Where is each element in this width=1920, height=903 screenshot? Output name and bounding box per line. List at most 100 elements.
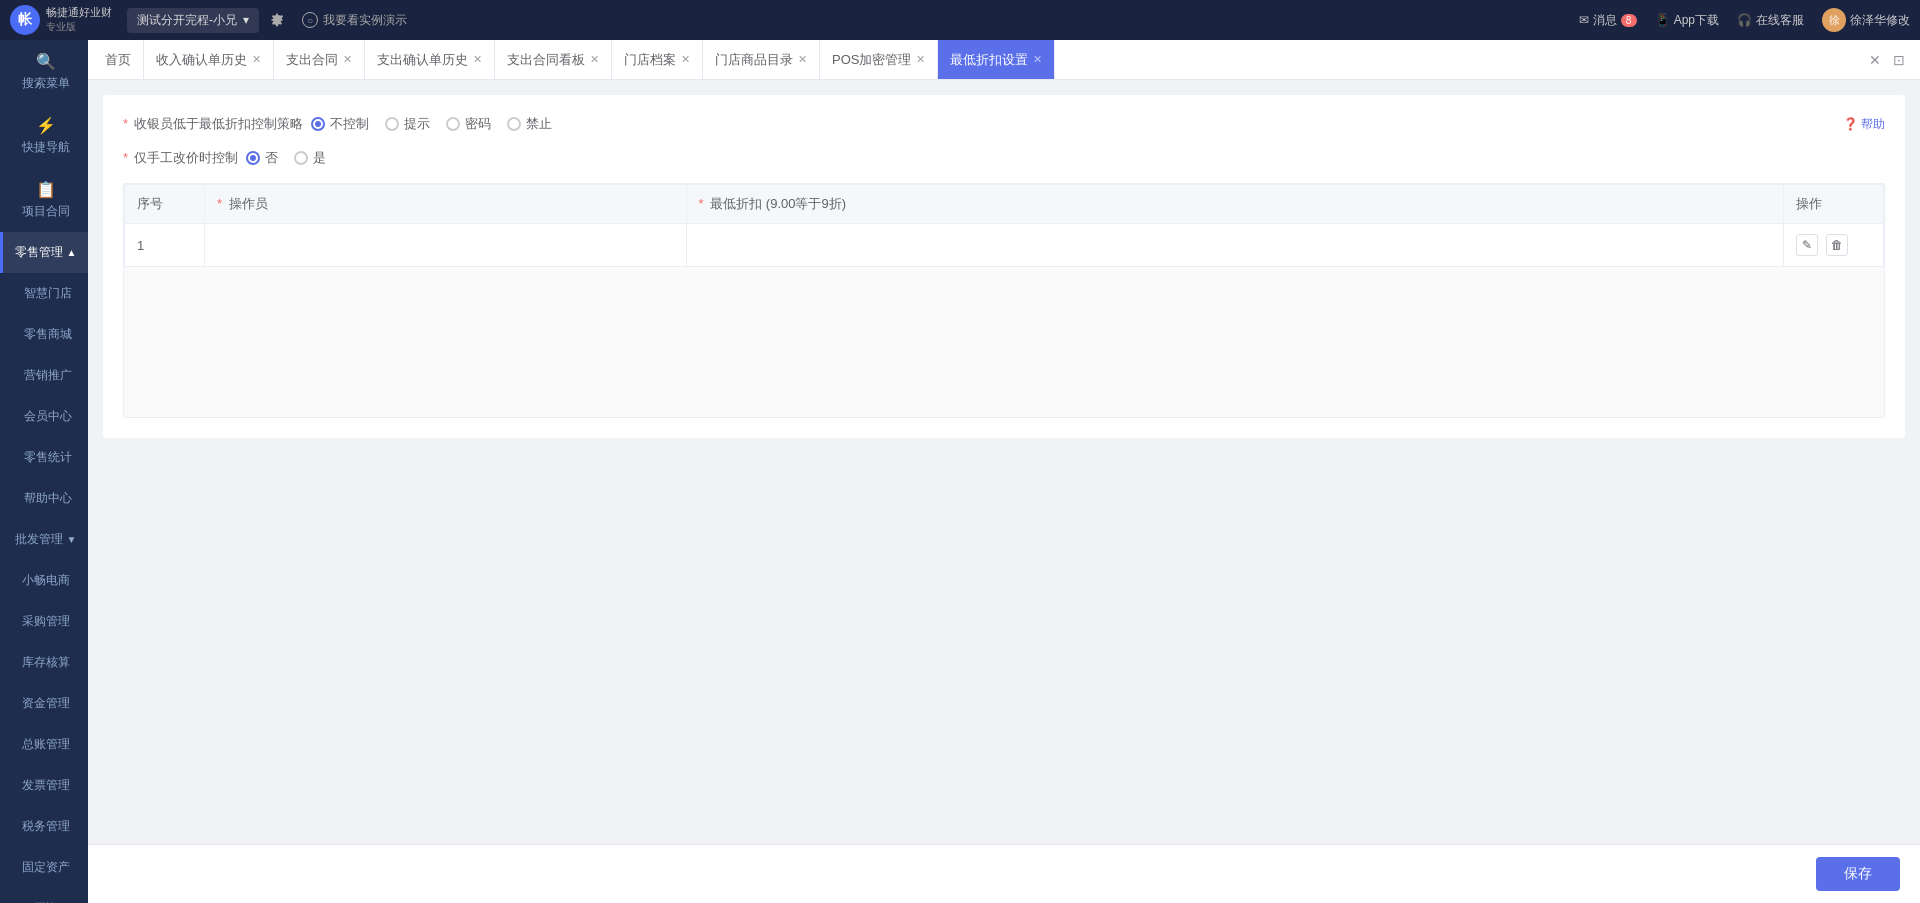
sidebar-item-payroll[interactable]: 工资 xyxy=(0,888,88,903)
tab-close-all-button[interactable]: ✕ xyxy=(1867,50,1883,70)
tab-close-expenditure-history[interactable]: ✕ xyxy=(473,53,482,66)
headset-icon: 🎧 xyxy=(1737,13,1752,27)
tab-close-store-catalog[interactable]: ✕ xyxy=(798,53,807,66)
message-icon: ✉ xyxy=(1579,13,1589,27)
discount-policy-options: 不控制 提示 密码 禁止 xyxy=(311,115,552,133)
sidebar-item-funds[interactable]: 资金管理 xyxy=(0,683,88,724)
radio-no-control[interactable]: 不控制 xyxy=(311,115,369,133)
cell-operator[interactable] xyxy=(205,224,687,267)
col-action: 操作 xyxy=(1784,185,1884,224)
tab-pos-management[interactable]: POS加密管理 ✕ xyxy=(820,40,938,79)
messages-action[interactable]: ✉ 消息 8 xyxy=(1579,12,1637,29)
sidebar-item-membership[interactable]: 会员中心 xyxy=(0,396,88,437)
tab-discount-settings[interactable]: 最低折扣设置 ✕ xyxy=(938,40,1055,79)
cell-seq: 1 xyxy=(125,224,205,267)
tab-actions: ✕ ⊡ xyxy=(1867,50,1915,70)
settings-icon[interactable] xyxy=(267,10,287,30)
logo-text: 畅捷通好业财 xyxy=(46,6,112,19)
discount-policy-row: * 收银员低于最低折扣控制策略 不控制 提示 xyxy=(123,115,1885,133)
sidebar-item-help[interactable]: 帮助中心 xyxy=(0,478,88,519)
help-link[interactable]: ❓ 帮助 xyxy=(1843,116,1885,133)
page-content: * 收银员低于最低折扣控制策略 不控制 提示 xyxy=(88,80,1920,844)
discount-policy-label: * 收银员低于最低折扣控制策略 xyxy=(123,115,303,133)
customer-service-action[interactable]: 🎧 在线客服 xyxy=(1737,12,1804,29)
sidebar-item-contract[interactable]: 📋 项目合同 xyxy=(0,168,88,232)
page-footer: 保存 xyxy=(88,844,1920,903)
manual-price-options: 否 是 xyxy=(246,149,326,167)
user-profile-action[interactable]: 徐 徐泽华修改 xyxy=(1822,8,1910,32)
question-icon: ❓ xyxy=(1843,117,1858,131)
save-button[interactable]: 保存 xyxy=(1816,857,1900,891)
sidebar-item-ecommerce[interactable]: 小畅电商 xyxy=(0,560,88,601)
settings-card: * 收银员低于最低折扣控制策略 不控制 提示 xyxy=(103,95,1905,438)
sidebar-item-invoice[interactable]: 发票管理 xyxy=(0,765,88,806)
app-download-action[interactable]: 📱 App下载 xyxy=(1655,12,1719,29)
tab-expenditure-contract[interactable]: 支出合同 ✕ xyxy=(274,40,365,79)
radio-forbid[interactable]: 禁止 xyxy=(507,115,552,133)
nav-icon: ⚡ xyxy=(36,116,56,135)
discount-table: 序号 * 操作员 * 最低折扣 (9.00等于9折) xyxy=(124,184,1884,267)
tab-store-catalog[interactable]: 门店商品目录 ✕ xyxy=(703,40,820,79)
radio-password-indicator xyxy=(446,117,460,131)
tab-expenditure-board[interactable]: 支出合同看板 ✕ xyxy=(495,40,612,79)
sidebar-item-tax[interactable]: 税务管理 xyxy=(0,806,88,847)
top-header: 帐 畅捷通好业财 专业版 测试分开完程-小兄 ▾ ○ 我要看实例演示 ✉ 消息 … xyxy=(0,0,1920,40)
cell-actions: ✎ 🗑 xyxy=(1784,224,1884,267)
col-operator: * 操作员 xyxy=(205,185,687,224)
table-row: 1 ✎ 🗑 xyxy=(125,224,1884,267)
manual-price-row: * 仅手工改价时控制 否 是 xyxy=(123,149,1885,167)
tab-close-store-file[interactable]: ✕ xyxy=(681,53,690,66)
radio-no-control-indicator xyxy=(311,117,325,131)
manual-price-label: * 仅手工改价时控制 xyxy=(123,149,238,167)
tab-close-discount[interactable]: ✕ xyxy=(1033,53,1042,66)
demo-link[interactable]: ○ 我要看实例演示 xyxy=(302,12,407,29)
sidebar-item-assets[interactable]: 固定资产 xyxy=(0,847,88,888)
tab-close-expenditure-contract[interactable]: ✕ xyxy=(343,53,352,66)
tab-expenditure-history[interactable]: 支出确认单历史 ✕ xyxy=(365,40,495,79)
tab-close-pos[interactable]: ✕ xyxy=(916,53,925,66)
logo-icon: 帐 xyxy=(10,5,40,35)
radio-manual-no-indicator xyxy=(246,151,260,165)
tab-close-income-history[interactable]: ✕ xyxy=(252,53,261,66)
edit-row-button[interactable]: ✎ xyxy=(1796,234,1818,256)
radio-forbid-indicator xyxy=(507,117,521,131)
avatar: 徐 xyxy=(1822,8,1846,32)
radio-manual-yes[interactable]: 是 xyxy=(294,149,326,167)
tab-store-file[interactable]: 门店档案 ✕ xyxy=(612,40,703,79)
tab-home[interactable]: 首页 xyxy=(93,40,144,79)
sidebar-item-smart-store[interactable]: 智慧门店 xyxy=(0,273,88,314)
radio-manual-no[interactable]: 否 xyxy=(246,149,278,167)
sidebar-item-search[interactable]: 🔍 搜索菜单 xyxy=(0,40,88,104)
chevron-down-icon: ▼ xyxy=(67,534,77,545)
sidebar-item-marketing[interactable]: 营销推广 xyxy=(0,355,88,396)
demo-icon: ○ xyxy=(302,12,318,28)
search-icon: 🔍 xyxy=(36,52,56,71)
sidebar-item-ledger[interactable]: 总账管理 xyxy=(0,724,88,765)
messages-badge: 8 xyxy=(1621,14,1637,27)
radio-remind-indicator xyxy=(385,117,399,131)
radio-remind[interactable]: 提示 xyxy=(385,115,430,133)
cell-discount[interactable] xyxy=(686,224,1783,267)
download-icon: 📱 xyxy=(1655,13,1670,27)
radio-password[interactable]: 密码 xyxy=(446,115,491,133)
sidebar-item-purchase[interactable]: 采购管理 xyxy=(0,601,88,642)
chevron-down-icon: ▾ xyxy=(243,13,249,27)
tab-close-expenditure-board[interactable]: ✕ xyxy=(590,53,599,66)
project-name: 测试分开完程-小兄 xyxy=(137,12,237,29)
sidebar-item-online-mall[interactable]: 零售商城 xyxy=(0,314,88,355)
sidebar-item-retail-stats[interactable]: 零售统计 xyxy=(0,437,88,478)
delete-row-button[interactable]: 🗑 xyxy=(1826,234,1848,256)
sidebar-item-wholesale[interactable]: 批发管理 ▼ xyxy=(0,519,88,560)
sidebar: 🔍 搜索菜单 ⚡ 快捷导航 📋 项目合同 零售管理 ▲ 智慧门店 零售商城 营销… xyxy=(0,40,88,903)
tab-bar: 首页 收入确认单历史 ✕ 支出合同 ✕ 支出确认单历史 ✕ 支出合同看板 ✕ 门… xyxy=(88,40,1920,80)
sidebar-item-retail[interactable]: 零售管理 ▲ xyxy=(0,232,88,273)
col-discount: * 最低折扣 (9.00等于9折) xyxy=(686,185,1783,224)
sidebar-item-nav[interactable]: ⚡ 快捷导航 xyxy=(0,104,88,168)
sidebar-item-inventory[interactable]: 库存核算 xyxy=(0,642,88,683)
tab-maximize-button[interactable]: ⊡ xyxy=(1891,50,1907,70)
project-selector[interactable]: 测试分开完程-小兄 ▾ xyxy=(127,8,259,33)
radio-manual-yes-indicator xyxy=(294,151,308,165)
tab-income-history[interactable]: 收入确认单历史 ✕ xyxy=(144,40,274,79)
col-seq: 序号 xyxy=(125,185,205,224)
app-logo: 帐 畅捷通好业财 专业版 xyxy=(10,5,112,35)
